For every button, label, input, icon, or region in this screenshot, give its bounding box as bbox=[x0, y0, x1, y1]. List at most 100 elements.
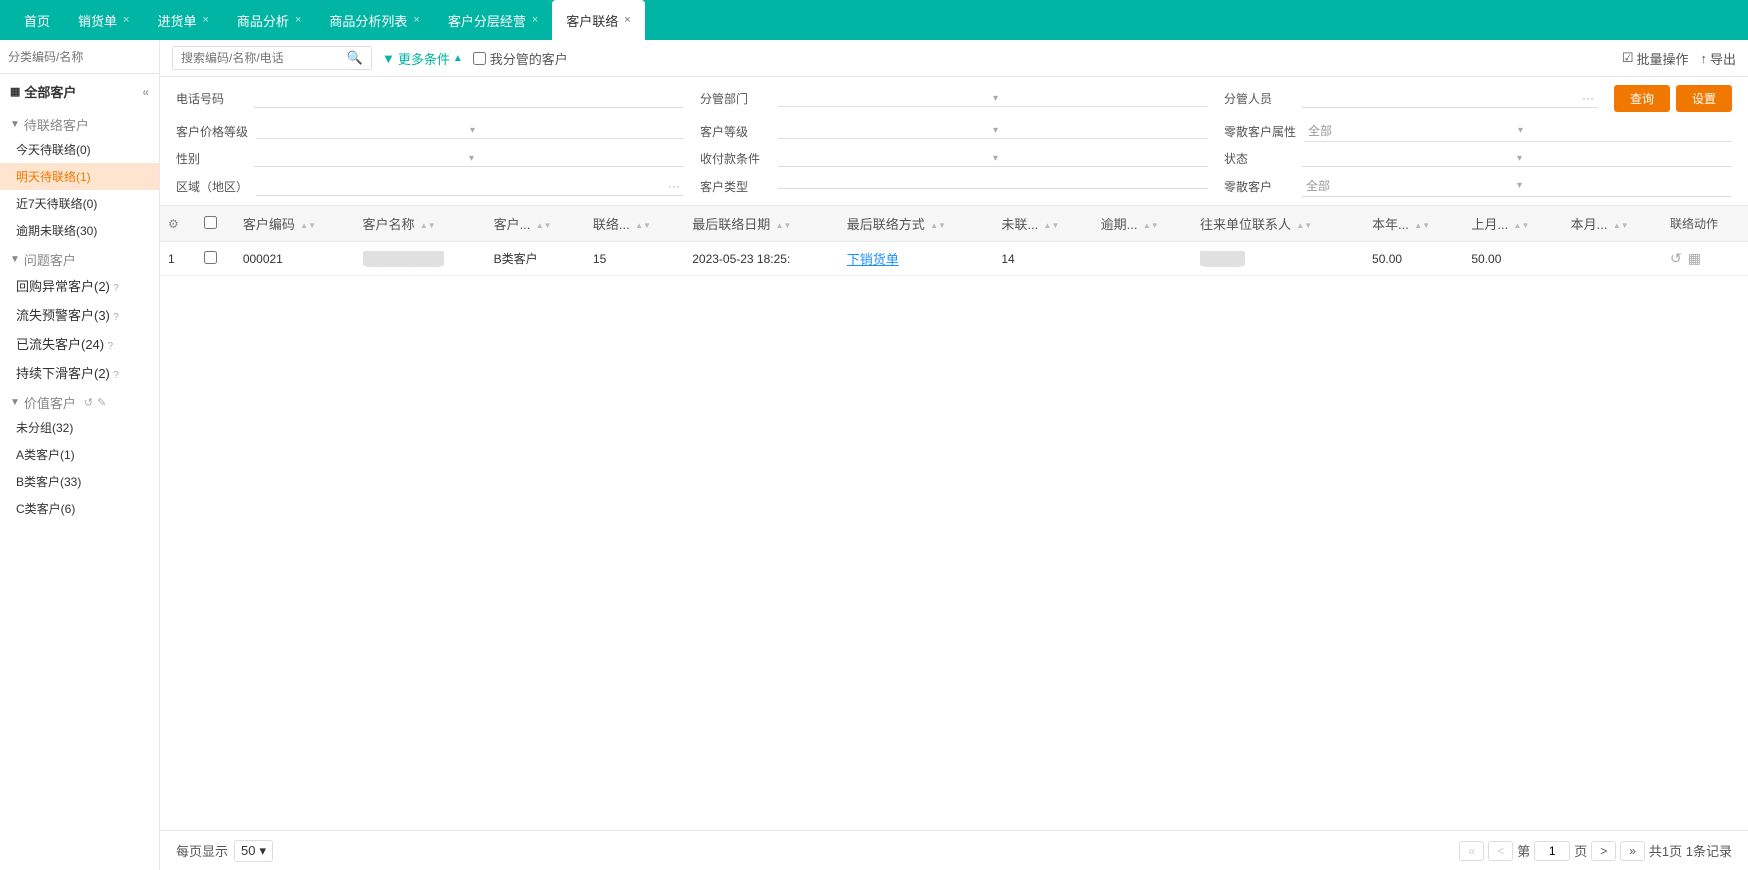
last-method-link[interactable]: 下销货单 bbox=[847, 252, 899, 267]
gender-select[interactable]: ▾ bbox=[254, 151, 684, 167]
sidebar-item-tomorrow[interactable]: 明天待联络(1) bbox=[0, 163, 159, 190]
sidebar-item-class-c[interactable]: C类客户(6) bbox=[0, 495, 159, 522]
manager-label: 分管人员 bbox=[1224, 90, 1294, 107]
nav-item-purchase[interactable]: 进货单 × bbox=[143, 0, 222, 40]
dots-icon[interactable]: ··· bbox=[1582, 91, 1594, 105]
search-icon[interactable]: 🔍 bbox=[347, 50, 363, 66]
sidebar-item-repurchase-anomaly[interactable]: 回购异常客户(2) ? bbox=[0, 271, 159, 300]
close-icon-sales[interactable]: × bbox=[123, 14, 129, 26]
refresh-action-icon[interactable]: ↺ bbox=[1670, 250, 1682, 267]
phone-label: 电话号码 bbox=[176, 90, 246, 107]
last-page-btn[interactable]: » bbox=[1620, 841, 1645, 861]
cell-actions: ↺ ▦ bbox=[1662, 242, 1748, 276]
content-area: 🔍 ▼ 更多条件 ▲ 我分管的客户 ☑ 批量操作 ↑ 导出 bbox=[160, 40, 1748, 870]
per-page-select[interactable]: 50 ▾ bbox=[234, 840, 273, 862]
dots-icon[interactable]: ··· bbox=[668, 179, 680, 193]
filter-customer-level: 客户等级 ▾ bbox=[700, 120, 1208, 142]
per-page-label: 每页显示 bbox=[176, 841, 228, 860]
settings-button[interactable]: 设置 bbox=[1676, 85, 1732, 112]
sidebar-search-input[interactable] bbox=[8, 50, 160, 64]
retail-customer-select[interactable]: 全部 ▾ bbox=[1302, 175, 1732, 197]
chevron-down-icon: ▾ bbox=[470, 125, 680, 136]
th-contact: 联络... ▲▼ bbox=[585, 206, 684, 242]
phone-input[interactable] bbox=[254, 89, 684, 108]
sidebar-item-overdue[interactable]: 逾期未联络(30) bbox=[0, 217, 159, 244]
retail-attr-select[interactable]: 全部 ▾ bbox=[1304, 120, 1732, 142]
th-last-method: 最后联络方式 ▲▼ bbox=[839, 206, 994, 242]
action-icons: ↺ ▦ bbox=[1670, 250, 1740, 267]
sidebar-value-title: 价值客户 ↺ ✎ bbox=[0, 387, 159, 414]
close-icon-analysis-list[interactable]: × bbox=[413, 14, 419, 26]
grid-action-icon[interactable]: ▦ bbox=[1688, 250, 1701, 267]
status-select[interactable]: ▾ bbox=[1302, 151, 1732, 167]
filter-dept: 分管部门 ▾ bbox=[700, 85, 1208, 112]
chevron-down-icon: ▾ bbox=[993, 153, 1204, 164]
filter-customer-type: 客户类型 bbox=[700, 175, 1208, 197]
sidebar-item-churn-warning[interactable]: 流失预警客户(3) ? bbox=[0, 300, 159, 329]
sidebar-item-today[interactable]: 今天待联络(0) bbox=[0, 136, 159, 163]
sort-arrows-contact: ▲▼ bbox=[635, 221, 651, 230]
customer-table: ⚙ 客户编码 ▲▼ 客户名称 ▲▼ 客户... ▲▼ bbox=[160, 206, 1748, 276]
collapse-icon[interactable]: « bbox=[142, 85, 149, 99]
select-all-checkbox[interactable] bbox=[204, 216, 217, 229]
export-btn[interactable]: ↑ 导出 bbox=[1700, 49, 1736, 68]
close-icon-customer-contact[interactable]: × bbox=[624, 14, 630, 26]
prev-page-btn[interactable]: < bbox=[1488, 841, 1513, 861]
sidebar-search-area: 🔍 bbox=[0, 40, 159, 74]
value-level-select[interactable]: ▾ bbox=[256, 123, 684, 139]
sidebar-section-pending: 待联络客户 今天待联络(0) 明天待联络(1) 近7天待联络(0) 逾期未联络(… bbox=[0, 109, 159, 244]
filter-payment: 收付款条件 ▾ bbox=[700, 150, 1208, 167]
nav-item-sales[interactable]: 销货单 × bbox=[64, 0, 143, 40]
status-label: 状态 bbox=[1224, 150, 1294, 167]
sidebar-item-class-b[interactable]: B类客户(33) bbox=[0, 468, 159, 495]
chevron-down-icon: ▾ bbox=[1517, 153, 1728, 164]
sidebar-all-label: 全部客户 bbox=[24, 82, 76, 101]
sidebar-section-value: 价值客户 ↺ ✎ 未分组(32) A类客户(1) B类客户(33) C类客户(6… bbox=[0, 387, 159, 522]
sidebar-item-churned[interactable]: 已流失客户(24) ? bbox=[0, 329, 159, 358]
sidebar-item-declining[interactable]: 持续下滑客户(2) ? bbox=[0, 358, 159, 387]
customer-type-select[interactable] bbox=[778, 184, 1208, 189]
refresh-icon[interactable]: ↺ bbox=[84, 396, 93, 409]
nav-home[interactable]: 首页 bbox=[10, 0, 64, 40]
gender-label: 性别 bbox=[176, 150, 246, 167]
table-area: ⚙ 客户编码 ▲▼ 客户名称 ▲▼ 客户... ▲▼ bbox=[160, 206, 1748, 830]
payment-select[interactable]: ▾ bbox=[778, 151, 1208, 167]
close-icon-analysis[interactable]: × bbox=[295, 14, 301, 26]
retail-attr-label: 零散客户属性 bbox=[1224, 123, 1296, 140]
filter-retail-attr: 零散客户属性 全部 ▾ bbox=[1224, 120, 1732, 142]
sidebar-item-7days[interactable]: 近7天待联络(0) bbox=[0, 190, 159, 217]
row-checkbox[interactable] bbox=[204, 251, 217, 264]
query-button[interactable]: 查询 bbox=[1614, 85, 1670, 112]
first-page-btn[interactable]: « bbox=[1459, 841, 1484, 861]
sidebar-all-customers[interactable]: ▦ 全部客户 « bbox=[0, 74, 159, 109]
cell-last-method[interactable]: 下销货单 bbox=[839, 242, 994, 276]
nav-item-analysis-list[interactable]: 商品分析列表 × bbox=[315, 0, 433, 40]
nav-item-customer-tier[interactable]: 客户分层经营 × bbox=[434, 0, 552, 40]
th-overdue: 逾期... ▲▼ bbox=[1093, 206, 1192, 242]
th-settings[interactable]: ⚙ bbox=[160, 206, 196, 242]
cell-name: ████████ bbox=[355, 242, 486, 276]
close-icon-purchase[interactable]: × bbox=[202, 14, 208, 26]
search-box: 🔍 bbox=[172, 46, 372, 70]
search-input[interactable] bbox=[181, 51, 341, 65]
cell-code: 000021 bbox=[235, 242, 355, 276]
nav-item-analysis[interactable]: 商品分析 × bbox=[223, 0, 315, 40]
batch-op-label: 批量操作 bbox=[1636, 49, 1688, 68]
th-last-date-label: 最后联络日期 bbox=[692, 217, 770, 232]
my-customers-checkbox[interactable] bbox=[473, 52, 486, 65]
chevron-down-icon: ▾ bbox=[259, 843, 266, 859]
filter-icon: ▼ bbox=[382, 51, 395, 66]
dept-select[interactable]: ▾ bbox=[778, 91, 1208, 107]
more-conditions-btn[interactable]: ▼ 更多条件 ▲ bbox=[382, 49, 463, 68]
edit-icon[interactable]: ✎ bbox=[97, 396, 106, 409]
page-input[interactable] bbox=[1534, 841, 1570, 861]
region-label: 区域（地区） bbox=[176, 178, 248, 195]
th-type: 客户... ▲▼ bbox=[486, 206, 585, 242]
sidebar-item-class-a[interactable]: A类客户(1) bbox=[0, 441, 159, 468]
sidebar-item-ungrouped[interactable]: 未分组(32) bbox=[0, 414, 159, 441]
customer-level-select[interactable]: ▾ bbox=[778, 123, 1208, 139]
batch-op-btn[interactable]: ☑ 批量操作 bbox=[1622, 49, 1689, 68]
nav-item-customer-contact[interactable]: 客户联络 × bbox=[552, 0, 644, 40]
close-icon-customer-tier[interactable]: × bbox=[532, 14, 538, 26]
next-page-btn[interactable]: > bbox=[1591, 841, 1616, 861]
